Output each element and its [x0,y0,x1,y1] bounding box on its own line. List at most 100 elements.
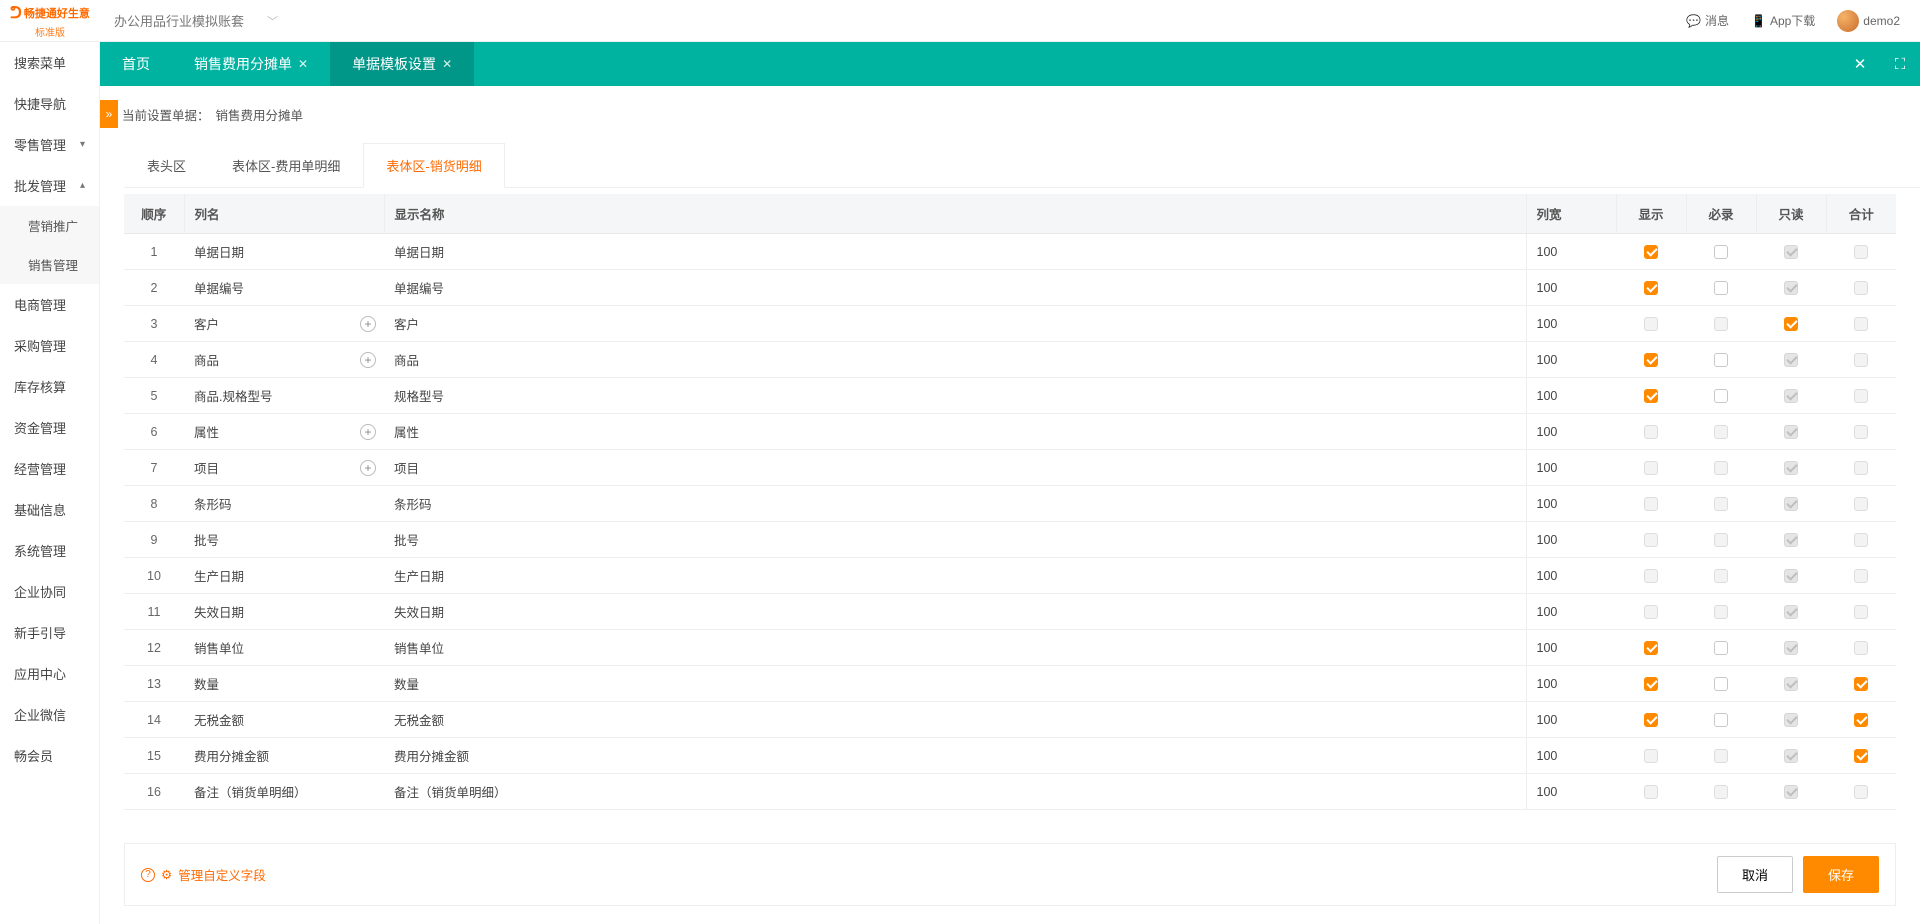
cell-display-name[interactable]: 批号 [384,522,1526,558]
user-menu[interactable]: demo2 [1837,10,1900,32]
sidebar-item[interactable]: 企业协同 [0,571,99,612]
sidebar-item[interactable]: 应用中心 [0,653,99,694]
cell-width[interactable]: 100 [1526,270,1616,306]
sidebar-subitem[interactable]: 销售管理 [0,245,99,284]
fullscreen-button[interactable]: ⛶ [1880,42,1920,86]
sidebar-item-label: 畅会员 [14,746,53,765]
sidebar-item[interactable]: 资金管理 [0,407,99,448]
checkbox[interactable] [1784,317,1798,331]
cell-width[interactable]: 100 [1526,738,1616,774]
checkbox[interactable] [1714,281,1728,295]
expand-button[interactable]: + [360,316,376,332]
cell-width[interactable]: 100 [1526,630,1616,666]
cell-display-name[interactable]: 商品 [384,342,1526,378]
checkbox[interactable] [1714,641,1728,655]
checkbox[interactable] [1854,713,1868,727]
cell-width[interactable]: 100 [1526,306,1616,342]
table-row: 6属性+属性100 [124,414,1896,450]
cell-width[interactable]: 100 [1526,666,1616,702]
close-all-tabs-button[interactable]: ✕ [1840,42,1880,86]
subtab[interactable]: 表头区 [124,143,209,188]
subtab[interactable]: 表体区-费用单明细 [209,143,363,188]
checkbox[interactable] [1644,641,1658,655]
sidebar-item[interactable]: 电商管理 [0,284,99,325]
checkbox[interactable] [1714,389,1728,403]
panel-toggle-button[interactable]: » [100,100,118,128]
messages-button[interactable]: 💬消息 [1686,12,1729,29]
cell-display-name[interactable]: 项目 [384,450,1526,486]
checkbox[interactable] [1714,353,1728,367]
cell-display-name[interactable]: 备注（销货单明细） [384,774,1526,810]
checkbox[interactable] [1854,677,1868,691]
save-button[interactable]: 保存 [1803,856,1879,893]
checkbox[interactable] [1644,353,1658,367]
sidebar-item[interactable]: 批发管理▴ [0,165,99,206]
sidebar-item[interactable]: 系统管理 [0,530,99,571]
cell-width[interactable]: 100 [1526,450,1616,486]
cell-width[interactable]: 100 [1526,702,1616,738]
cell-width[interactable]: 100 [1526,558,1616,594]
checkbox[interactable] [1644,281,1658,295]
sidebar-item[interactable]: 采购管理 [0,325,99,366]
cell-display-name[interactable]: 费用分摊金额 [384,738,1526,774]
help-icon: ? [141,868,155,882]
th-width: 列宽 [1526,194,1616,234]
sidebar-subitem[interactable]: 营销推广 [0,206,99,245]
tab-close-icon[interactable]: ✕ [298,57,308,71]
cell-width[interactable]: 100 [1526,594,1616,630]
expand-button[interactable]: + [360,424,376,440]
table-row: 13数量数量100 [124,666,1896,702]
cell-display-name[interactable]: 客户 [384,306,1526,342]
cell-display-name[interactable]: 数量 [384,666,1526,702]
sidebar-item[interactable]: 企业微信 [0,694,99,735]
brand-logo: ᕤ畅捷通好生意 标准版 [0,3,100,39]
cell-display-name[interactable]: 生产日期 [384,558,1526,594]
checkbox[interactable] [1714,677,1728,691]
checkbox[interactable] [1644,677,1658,691]
cell-display-name[interactable]: 无税金额 [384,702,1526,738]
cell-width[interactable]: 100 [1526,234,1616,270]
cell-display-name[interactable]: 属性 [384,414,1526,450]
cell-readonly [1756,270,1826,306]
cell-required [1686,378,1756,414]
checkbox[interactable] [1714,713,1728,727]
sidebar-item[interactable]: 基础信息 [0,489,99,530]
sidebar-item[interactable]: 经营管理 [0,448,99,489]
sidebar-item[interactable]: 快捷导航 [0,83,99,124]
tab-close-icon[interactable]: ✕ [442,57,452,71]
cell-sum [1826,378,1896,414]
cell-display-name[interactable]: 失效日期 [384,594,1526,630]
cell-display-name[interactable]: 单据日期 [384,234,1526,270]
cell-width[interactable]: 100 [1526,414,1616,450]
checkbox[interactable] [1714,245,1728,259]
cell-display-name[interactable]: 销售单位 [384,630,1526,666]
app-download-button[interactable]: 📱App下载 [1751,12,1815,29]
cell-display-name[interactable]: 规格型号 [384,378,1526,414]
sidebar-item[interactable]: 新手引导 [0,612,99,653]
sidebar-item[interactable]: 搜索菜单 [0,42,99,83]
expand-button[interactable]: + [360,460,376,476]
tab[interactable]: 首页 [100,42,172,86]
cell-width[interactable]: 100 [1526,378,1616,414]
cell-width[interactable]: 100 [1526,486,1616,522]
cancel-button[interactable]: 取消 [1717,856,1793,893]
cell-display-name[interactable]: 条形码 [384,486,1526,522]
checkbox[interactable] [1644,245,1658,259]
tab[interactable]: 单据模板设置✕ [330,42,474,86]
cell-width[interactable]: 100 [1526,342,1616,378]
tab[interactable]: 销售费用分摊单✕ [172,42,330,86]
cell-show [1616,306,1686,342]
sidebar-item[interactable]: 畅会员 [0,735,99,776]
checkbox[interactable] [1644,389,1658,403]
checkbox[interactable] [1854,749,1868,763]
cell-width[interactable]: 100 [1526,522,1616,558]
cell-display-name[interactable]: 单据编号 [384,270,1526,306]
custom-fields-link[interactable]: ? ⚙ 管理自定义字段 [141,865,266,884]
sidebar-item[interactable]: 库存核算 [0,366,99,407]
cell-width[interactable]: 100 [1526,774,1616,810]
org-selector[interactable]: 办公用品行业模拟账套﹀ [114,11,278,30]
expand-button[interactable]: + [360,352,376,368]
sidebar-item[interactable]: 零售管理▾ [0,124,99,165]
checkbox[interactable] [1644,713,1658,727]
subtab[interactable]: 表体区-销货明细 [363,143,504,188]
